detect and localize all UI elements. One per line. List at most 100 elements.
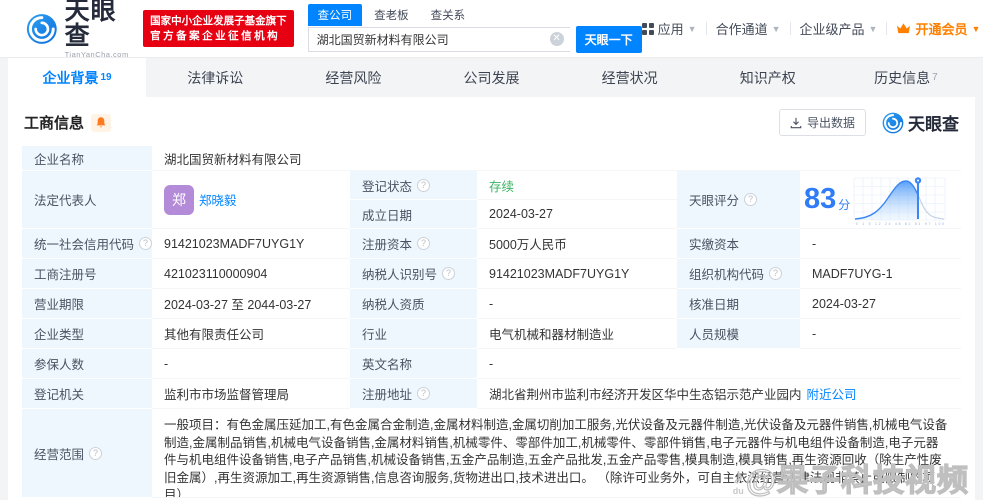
field-value-english-name: - (477, 349, 677, 379)
tab-operating-status[interactable]: 经营状况 (561, 58, 699, 97)
field-label-establish-date: 成立日期 (350, 200, 477, 229)
field-value-business-term: 2024-03-27 至 2044-03-27 (152, 289, 350, 319)
tab-enterprise-background[interactable]: 企业背景 19 (8, 58, 147, 97)
field-value-reg-authority: 监利市市场监督管理局 (152, 379, 350, 409)
export-label: 导出数据 (806, 116, 855, 130)
top-nav: 应用 ▼ 合作通道 ▼ 企业级产品 ▼ 开通会员 ▼ (641, 19, 983, 38)
field-value-reg-address: 湖北省荆州市监利市经济开发区华中生态铝示范产业园内 附近公司 (477, 379, 961, 409)
field-value-business-scope: 一般项目：有色金属压延加工,有色金属合金制造,金属材料制造,金属切削加工服务,光… (152, 409, 961, 498)
help-icon[interactable]: ? (417, 387, 431, 400)
nav-cooperation[interactable]: 合作通道 ▼ (716, 19, 781, 38)
nearby-companies-link[interactable]: 附近公司 (807, 384, 857, 403)
search-input[interactable] (307, 26, 570, 52)
label-text: 经营范围 (34, 447, 85, 462)
chevron-down-icon: ▼ (868, 23, 878, 34)
export-data-button[interactable]: 导出数据 (778, 109, 866, 136)
field-value-taxpayer-id: 91421023MADF7UYG1Y (477, 259, 677, 289)
tab-count: 7 (932, 72, 938, 83)
tianyancha-logo[interactable]: 天眼查 TianYanCha.com (26, 0, 133, 58)
empty-cell (677, 349, 961, 379)
badge-line2: 官方备案企业征信机构 (150, 29, 281, 42)
search-tab-boss[interactable]: 查老板 (364, 4, 419, 26)
chevron-down-icon: ▼ (687, 23, 697, 34)
nav-cooperation-label: 合作通道 (715, 22, 768, 37)
nav-vip[interactable]: 开通会员 ▼ (896, 19, 980, 38)
divider (705, 22, 707, 35)
field-value-taxpayer-quality: - (477, 289, 677, 319)
field-value-insured-count: - (152, 349, 350, 379)
help-icon[interactable]: ? (89, 446, 103, 460)
search-tab-relation[interactable]: 查关系 (421, 4, 476, 26)
label-text: 注册地址 (362, 388, 413, 402)
tab-intellectual-property[interactable]: 知识产权 (699, 58, 837, 97)
search-button[interactable]: 天眼一下 (575, 25, 642, 53)
field-value-paid-capital: - (800, 229, 961, 259)
field-label-taxpayer-quality: 纳税人资质 (350, 289, 477, 319)
field-label-english-name: 英文名称 (350, 349, 477, 379)
legal-rep-link[interactable]: 郑晓毅 (199, 190, 237, 209)
field-value-reg-capital: 5000万人民币 (477, 229, 677, 259)
help-icon[interactable]: ? (769, 267, 783, 280)
field-label-reg-capital: 注册资本 ? (350, 229, 477, 259)
field-label-industry: 行业 (350, 319, 477, 349)
tianyancha-logo-icon (26, 13, 57, 44)
tianyan-score-block[interactable]: 83 分 0 1 5 12 24 48 62 81 97 100 (800, 171, 961, 229)
tab-legal-proceedings[interactable]: 法律诉讼 (146, 58, 284, 97)
field-label-business-scope: 经营范围 ? (22, 409, 152, 498)
tianyancha-logo-icon (882, 112, 904, 133)
tab-label: 历史信息 (874, 69, 931, 86)
tab-label: 知识产权 (739, 69, 796, 86)
tab-label: 公司发展 (463, 69, 520, 86)
divider (789, 22, 791, 35)
field-label-approval-date: 核准日期 (677, 289, 800, 319)
field-label-reg-authority: 登记机关 (22, 379, 152, 409)
search-tab-company[interactable]: 查公司 (307, 3, 363, 26)
section-title: 工商信息 (24, 115, 85, 132)
subscribe-bell-icon[interactable] (91, 113, 112, 132)
help-icon[interactable]: ? (417, 178, 431, 192)
tab-label: 企业背景 (42, 69, 99, 86)
apps-grid-icon (641, 22, 654, 35)
tianyancha-corner-logo: 天眼查 (882, 110, 959, 135)
field-label-credit-code: 统一社会信用代码 ? (22, 229, 152, 259)
corner-brand-label: 天眼查 (908, 115, 959, 134)
field-value-industry: 电气机械和器材制造业 (477, 319, 677, 349)
gov-certification-badge: 国家中小企业发展子基金旗下 官方备案企业征信机构 (143, 10, 294, 47)
field-label-reg-address: 注册地址 ? (350, 379, 477, 409)
main-content: 工商信息 导出数据 天眼查 企业名称 湖北国贸新材料有限公司 法定代表人 郑 郑… (8, 97, 975, 500)
help-icon[interactable]: ? (139, 237, 152, 250)
field-value-staff-size: - (800, 319, 961, 349)
business-info-table: 企业名称 湖北国贸新材料有限公司 法定代表人 郑 郑晓毅 登记状态 ? 存续 成… (22, 146, 961, 498)
help-icon[interactable]: ? (442, 267, 456, 280)
field-label-org-code: 组织机构代码 ? (677, 259, 800, 289)
tab-history-info[interactable]: 历史信息 7 (837, 58, 975, 97)
legal-rep-avatar[interactable]: 郑 (164, 184, 194, 215)
field-label-staff-size: 人员规模 (677, 319, 800, 349)
label-text: 统一社会信用代码 (34, 238, 135, 252)
field-label-paid-capital: 实缴资本 (677, 229, 800, 259)
tab-label: 法律诉讼 (187, 69, 244, 86)
nav-apps[interactable]: 应用 ▼ (641, 19, 697, 38)
address-text: 湖北省荆州市监利市经济开发区华中生态铝示范产业园内 (489, 388, 802, 402)
score-unit: 分 (838, 198, 851, 212)
field-value-org-code: MADF7UYG-1 (800, 259, 961, 289)
field-label-company-type: 企业类型 (22, 319, 152, 349)
tab-label: 经营风险 (325, 69, 382, 86)
tab-company-development[interactable]: 公司发展 (422, 58, 560, 97)
chart-axis-ticks: 0 1 5 12 24 48 62 81 97 100 (856, 222, 944, 226)
label-text: 组织机构代码 (689, 268, 765, 282)
label-text: 天眼评分 (689, 194, 740, 208)
field-label-taxpayer-id: 纳税人识别号 ? (350, 259, 477, 289)
tab-operational-risk[interactable]: 经营风险 (284, 58, 422, 97)
help-icon[interactable]: ? (417, 237, 431, 250)
label-text: 登记状态 (362, 179, 413, 194)
field-label-tianyan-score: 天眼评分 ? (677, 171, 800, 229)
nav-enterprise[interactable]: 企业级产品 ▼ (800, 19, 878, 38)
field-value-approval-date: 2024-03-27 (800, 289, 961, 319)
field-label-insured-count: 参保人数 (22, 349, 152, 379)
nav-enterprise-label: 企业级产品 (799, 22, 865, 37)
help-icon[interactable]: ? (744, 193, 758, 206)
clear-search-icon[interactable]: ✕ (549, 32, 564, 46)
nav-apps-label: 应用 (657, 22, 684, 37)
field-value-company-type: 其他有限责任公司 (152, 319, 350, 349)
